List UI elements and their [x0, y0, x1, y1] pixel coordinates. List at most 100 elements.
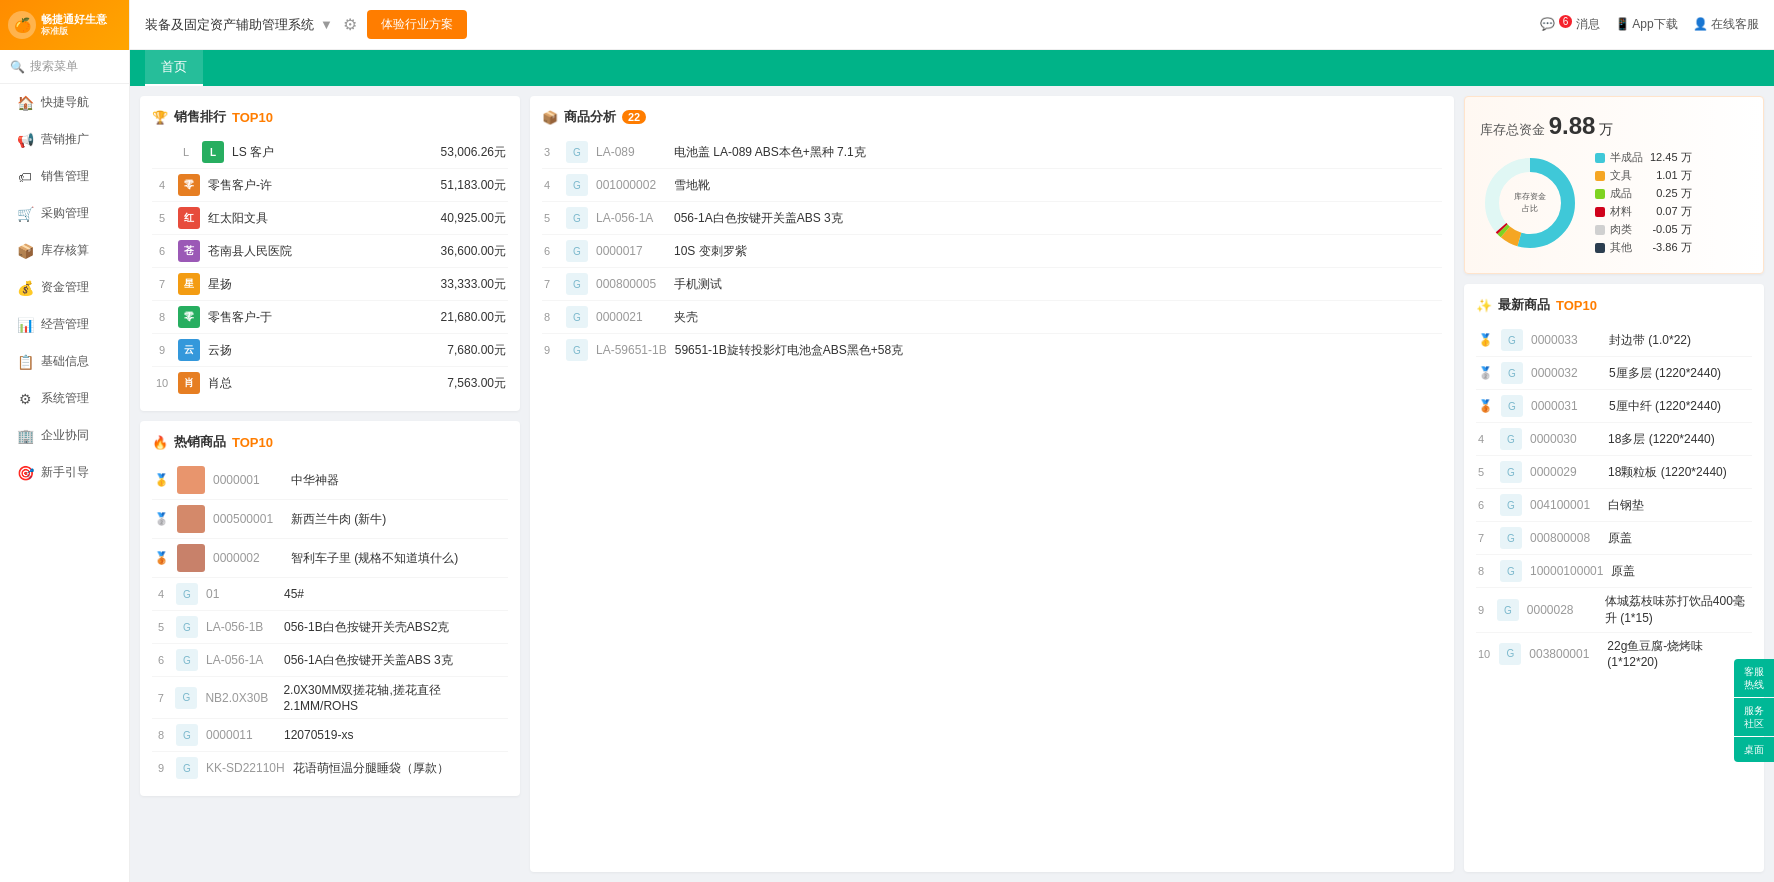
svg-text:库存资金: 库存资金 [1514, 192, 1546, 201]
rank-medal: 🥈 [154, 512, 169, 526]
sidebar-item-label: 库存核算 [41, 242, 89, 259]
top-item: 5 G 0000029 18颗粒板 (1220*2440) [1476, 456, 1752, 489]
basic-icon: 📋 [17, 354, 33, 370]
sidebar-item-operations[interactable]: 📊 经营管理 [0, 306, 129, 343]
item-value: 40,925.00元 [441, 210, 506, 227]
inventory-card: 库存总资金 9.88 万 [1464, 96, 1764, 274]
inventory-amount: 9.88 [1549, 112, 1596, 139]
rank-medal: 🥉 [1478, 399, 1493, 413]
rank-num: 4 [1478, 433, 1492, 445]
tab-home[interactable]: 首页 [145, 50, 203, 86]
sidebar-logo: 🍊 畅捷通好生意 标准版 [0, 0, 129, 50]
product-icon: G [1501, 329, 1523, 351]
message-btn[interactable]: 💬 6 消息 [1540, 16, 1599, 33]
sidebar-item-marketing[interactable]: 📢 营销推广 [0, 121, 129, 158]
sidebar-item-company[interactable]: 🏢 企业协同 [0, 417, 129, 454]
marketing-icon: 📢 [17, 132, 33, 148]
product-icon: G [566, 339, 588, 361]
product-name: 雪地靴 [674, 177, 710, 194]
hot-products-list: 🥇 0000001 中华神器 🥈 000500001 新西兰牛肉 (新牛) 🥉 [152, 461, 508, 784]
topbar-title[interactable]: 装备及固定资产辅助管理系统 ▼ [145, 16, 333, 34]
fire-icon: 🔥 [152, 435, 168, 450]
trial-button[interactable]: 体验行业方案 [367, 10, 467, 39]
online-service-btn[interactable]: 👤 在线客服 [1693, 16, 1759, 33]
avatar-badge: 星 [178, 273, 200, 295]
new-products-label: 最新商品 [1498, 296, 1550, 314]
rank-num: 10 [154, 377, 170, 389]
product-name: 22g鱼豆腐-烧烤味 (1*12*20) [1607, 638, 1750, 669]
sidebar-item-shortcut[interactable]: 🏠 快捷导航 [0, 84, 129, 121]
product-code: LA-056-1B [206, 620, 276, 634]
product-name: 5厘中纤 (1220*2440) [1609, 398, 1721, 415]
sidebar-item-purchase[interactable]: 🛒 采购管理 [0, 195, 129, 232]
product-code: LA-089 [596, 145, 666, 159]
goods-item: 6 G 0000017 10S 变刺罗紫 [542, 235, 1442, 268]
item-value: 21,680.00元 [441, 309, 506, 326]
rank-num: 5 [1478, 466, 1492, 478]
product-item: 7 G NB2.0X30B 2.0X30MM双搓花轴,搓花直径2.1MM/ROH… [152, 677, 508, 719]
avatar-badge: 零 [178, 306, 200, 328]
product-thumb [177, 466, 205, 494]
gear-icon[interactable]: ⚙ [343, 15, 357, 34]
product-name: 59651-1B旋转投影灯电池盒ABS黑色+58克 [675, 342, 903, 359]
sidebar-nav: 🏠 快捷导航 📢 营销推广 🏷 销售管理 🛒 采购管理 📦 库存核算 💰 资金管… [0, 84, 129, 882]
float-desktop-btn[interactable]: 桌面 [1734, 737, 1774, 762]
sidebar-item-finance[interactable]: 💰 资金管理 [0, 269, 129, 306]
rank-num: 10 [1478, 648, 1491, 660]
product-name: 18多层 (1220*2440) [1608, 431, 1715, 448]
legend-dot [1595, 207, 1605, 217]
product-code: 0000033 [1531, 333, 1601, 347]
middle-panel: 📦 商品分析 22 3 G LA-089 电池盖 LA-089 ABS本色+黑种… [530, 96, 1454, 872]
content-area: 🏆 销售排行 TOP10 L L LS 客户 53,006.26元 4 [130, 86, 1774, 882]
product-icon: G [1501, 362, 1523, 384]
app-download-btn[interactable]: 📱 App下载 [1615, 16, 1678, 33]
sales-rank-list: L L LS 客户 53,006.26元 4 零 零售客户-许 51,183.0… [152, 136, 508, 399]
legend-name: 材料 [1610, 204, 1645, 219]
list-item: 8 零 零售客户-于 21,680.00元 [152, 301, 508, 334]
item-value: 7,563.00元 [447, 375, 506, 392]
item-name: 红太阳文具 [208, 210, 433, 227]
topbar-right: 💬 6 消息 📱 App下载 👤 在线客服 [1540, 16, 1759, 33]
goods-item: 9 G LA-59651-1B 59651-1B旋转投影灯电池盒ABS黑色+58… [542, 334, 1442, 366]
topbar: 装备及固定资产辅助管理系统 ▼ ⚙ 体验行业方案 💬 6 消息 📱 App下载 … [130, 0, 1774, 50]
product-name: 手机测试 [674, 276, 722, 293]
rank-num: 9 [154, 344, 170, 356]
sidebar-item-sales[interactable]: 🏷 销售管理 [0, 158, 129, 195]
product-name: 18颗粒板 (1220*2440) [1608, 464, 1727, 481]
chart-legend: 半成品 12.45 万 文具 1.01 万 成品 0.25 万 [1595, 150, 1692, 258]
avatar-badge: 红 [178, 207, 200, 229]
float-service-btn[interactable]: 客服热线 [1734, 659, 1774, 697]
sidebar-item-guide[interactable]: 🎯 新手引导 [0, 454, 129, 491]
sidebar-item-inventory[interactable]: 📦 库存核算 [0, 232, 129, 269]
inventory-total: 库存总资金 9.88 万 [1480, 112, 1748, 140]
sidebar-item-basic[interactable]: 📋 基础信息 [0, 343, 129, 380]
top-item: 4 G 0000030 18多层 (1220*2440) [1476, 423, 1752, 456]
sidebar-item-label: 资金管理 [41, 279, 89, 296]
product-name: 智利车子里 (规格不知道填什么) [291, 550, 458, 567]
product-icon: G [1497, 599, 1519, 621]
rank-num: 7 [1478, 532, 1492, 544]
sales-rank-label: 销售排行 [174, 108, 226, 126]
sidebar-item-system[interactable]: ⚙ 系统管理 [0, 380, 129, 417]
product-name: 花语萌恒温分腿睡袋（厚款） [293, 760, 449, 777]
product-item: 6 G LA-056-1A 056-1A白色按键开关盖ABS 3克 [152, 644, 508, 677]
rank-num: 4 [154, 588, 168, 600]
sidebar-search[interactable]: 🔍 搜索菜单 [0, 50, 129, 84]
logo-text: 畅捷通好生意 标准版 [41, 12, 107, 38]
svg-text:占比: 占比 [1522, 204, 1538, 213]
rank-num: 8 [544, 311, 558, 323]
avatar-badge: 苍 [178, 240, 200, 262]
top-item: 🥉 G 0000031 5厘中纤 (1220*2440) [1476, 390, 1752, 423]
top-item: 🥈 G 0000032 5厘多层 (1220*2440) [1476, 357, 1752, 390]
hot-products-label: 热销商品 [174, 433, 226, 451]
float-community-btn[interactable]: 服务社区 [1734, 698, 1774, 736]
legend-item: 文具 1.01 万 [1595, 168, 1692, 183]
rank-num: 5 [154, 212, 170, 224]
product-code: 0000017 [596, 244, 666, 258]
goods-item: 8 G 0000021 夹壳 [542, 301, 1442, 334]
rank-num: 9 [1478, 604, 1489, 616]
product-thumb: G [175, 687, 197, 709]
rank-medal: 🥇 [154, 473, 169, 487]
goods-analysis-card: 📦 商品分析 22 3 G LA-089 电池盖 LA-089 ABS本色+黑种… [530, 96, 1454, 872]
product-code: 000800008 [1530, 531, 1600, 545]
